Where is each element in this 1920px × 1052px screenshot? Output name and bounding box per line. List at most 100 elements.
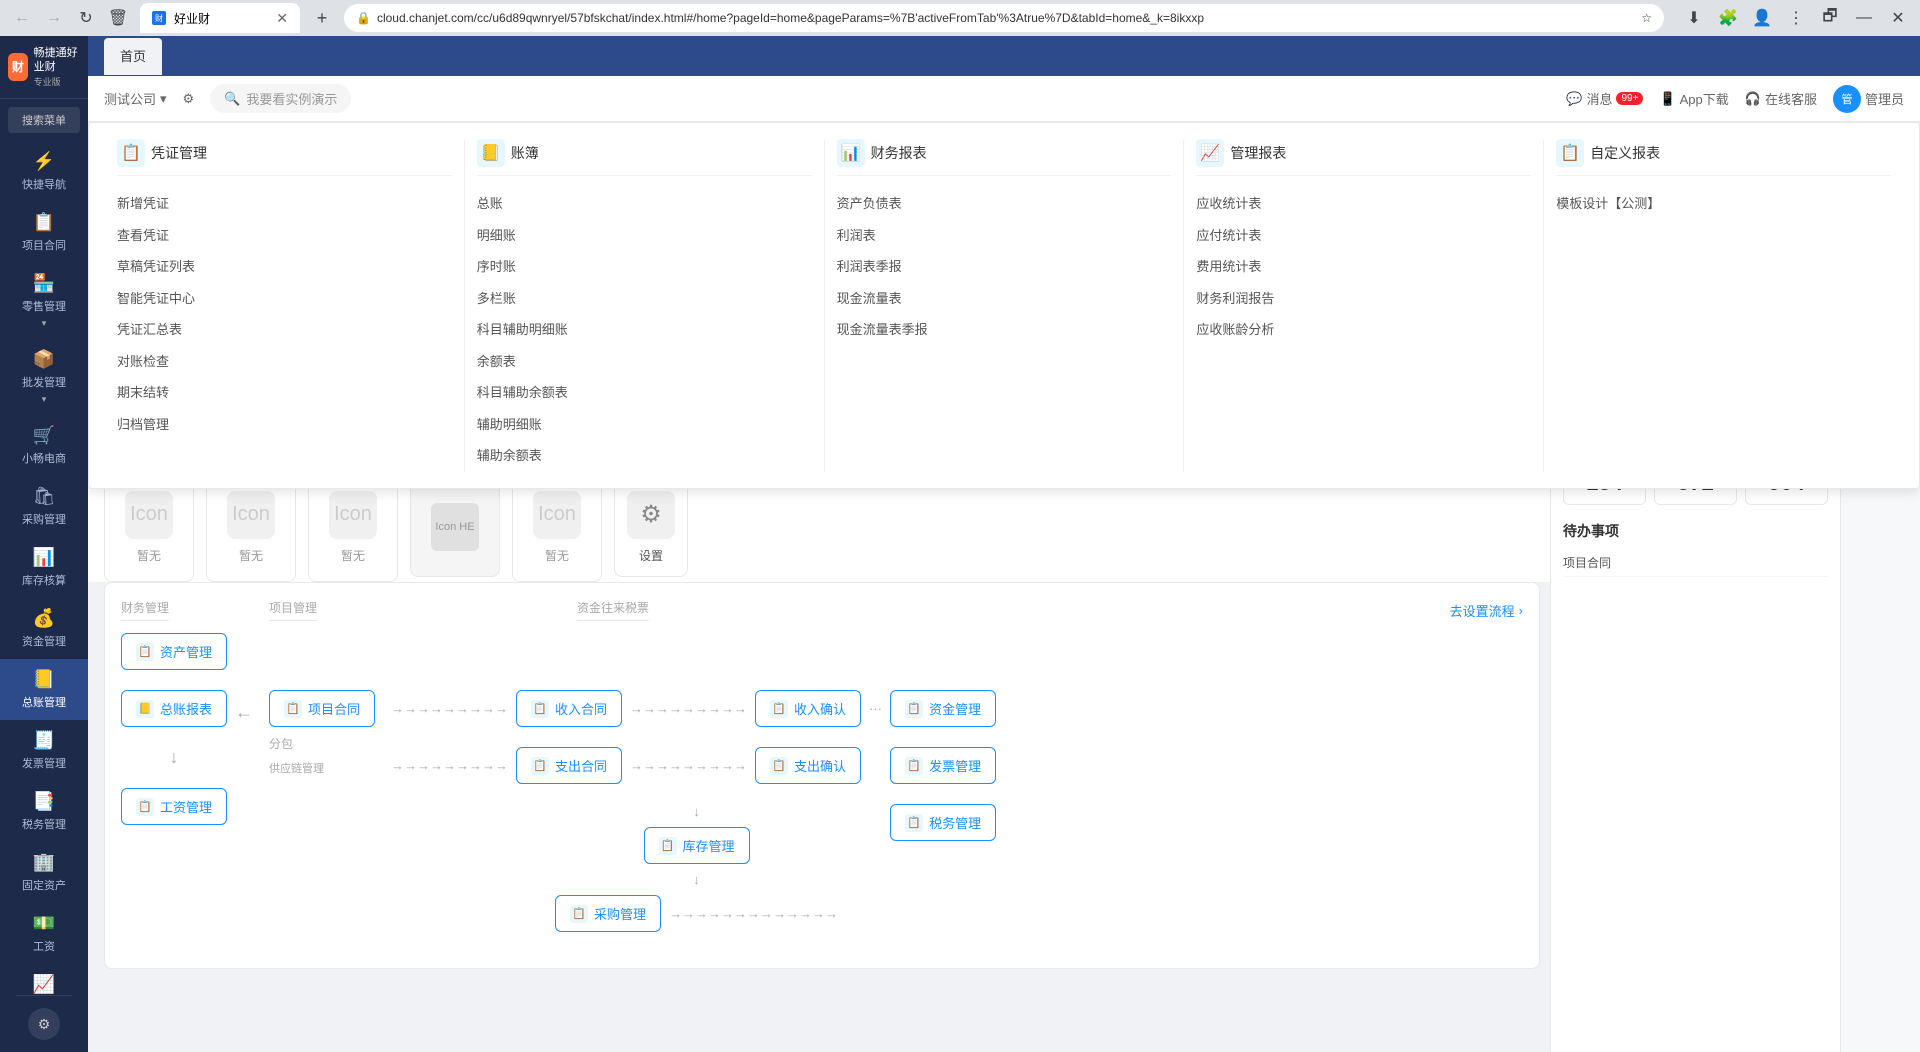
tab-home[interactable]: 首页	[104, 38, 162, 75]
arrow-right-1: →→→→→→→→→	[391, 701, 508, 716]
message-button[interactable]: 💬 消息 99+	[1566, 89, 1643, 108]
flow-node-invoice-mgmt[interactable]: 📋 发票管理	[890, 747, 996, 784]
menu-item-receivable-stat[interactable]: 应收统计表	[1196, 188, 1531, 220]
sidebar-item-quick-nav[interactable]: ⚡ 快捷导航	[0, 141, 88, 202]
extension-icon[interactable]: 🧩	[1714, 4, 1742, 32]
menu-item-detail-ledger[interactable]: 明细账	[477, 220, 812, 252]
menu-item-smart-voucher-center[interactable]: 智能凭证中心	[117, 283, 452, 315]
flow-node-payroll-mgmt[interactable]: 📋 工资管理	[121, 788, 227, 825]
sidebar-item-finance[interactable]: 💰 资金管理	[0, 598, 88, 659]
menu-item-archive[interactable]: 归档管理	[117, 409, 452, 441]
menu-item-aux-detail[interactable]: 辅助明细账	[477, 409, 812, 441]
minimize-icon[interactable]: —	[1850, 4, 1878, 32]
menu-item-voucher-summary[interactable]: 凭证汇总表	[117, 314, 452, 346]
company-selector[interactable]: 测试公司 ▾	[104, 89, 167, 108]
go-setup-link[interactable]: 去设置流程 ›	[1450, 599, 1523, 621]
menu-item-subject-aux-balance[interactable]: 科目辅助余额表	[477, 377, 812, 409]
restore-icon[interactable]: 🗗	[1816, 4, 1844, 32]
flow-node-expense-confirm[interactable]: 📋 支出确认	[755, 747, 861, 784]
menu-item-finance-profit-report[interactable]: 财务利润报告	[1196, 283, 1531, 315]
settings-button[interactable]: ⚙	[183, 91, 195, 107]
menu-item-general-ledger[interactable]: 总账	[477, 188, 812, 220]
sidebar-item-ecommerce[interactable]: 🛒 小畅电商	[0, 415, 88, 476]
menu-item-expense-stat[interactable]: 费用统计表	[1196, 251, 1531, 283]
sidebar-item-purchase[interactable]: 🛍 采购管理	[0, 476, 88, 537]
menu-item-balance-sheet[interactable]: 资产负债表	[837, 188, 1172, 220]
menu-item-cashflow[interactable]: 现金流量表	[837, 283, 1172, 315]
flow-top-bar: 财务管理 项目管理 资金往来税票 去设置流程 ›	[121, 599, 1523, 621]
icon-5-label: 暂无	[545, 547, 569, 564]
flow-node-revenue-confirm[interactable]: 📋 收入确认	[755, 690, 861, 727]
refresh-button[interactable]: ↻	[72, 4, 100, 32]
purchase-row: 📋 采购管理 →→→→→→→→→→→→→	[555, 895, 838, 932]
sidebar-item-tax[interactable]: 📑 税务管理	[0, 781, 88, 842]
sidebar-item-fixed-assets[interactable]: 🏢 固定资产	[0, 842, 88, 903]
menu-item-add-voucher[interactable]: 新增凭证	[117, 188, 452, 220]
sidebar-item-invoice[interactable]: 🧾 发票管理	[0, 720, 88, 781]
menu-item-journal[interactable]: 序时账	[477, 251, 812, 283]
close-window-icon[interactable]: ✕	[1884, 4, 1912, 32]
menu-item-profit-quarterly[interactable]: 利润表季报	[837, 251, 1172, 283]
flow-node-project-contract[interactable]: 📋 项目合同	[269, 690, 375, 727]
menu-item-reconcile[interactable]: 对账检查	[117, 346, 452, 378]
todo-item-project-contract[interactable]: 项目合同	[1563, 549, 1828, 577]
icon-card-5[interactable]: Icon 暂无	[512, 472, 602, 582]
flow-node-fund-mgmt[interactable]: 📋 资金管理	[890, 690, 996, 727]
forward-button[interactable]: →	[40, 4, 68, 32]
sidebar-item-inventory[interactable]: 📊 库存核算	[0, 537, 88, 598]
tab-close-button[interactable]: ✕	[276, 10, 288, 27]
flow-node-revenue-contract[interactable]: 📋 收入合同	[516, 690, 622, 727]
menu-item-cashflow-quarterly[interactable]: 现金流量表季报	[837, 314, 1172, 346]
flow-node-general-ledger-report[interactable]: 📒 总账报表	[121, 690, 227, 727]
sidebar-item-project-contract[interactable]: 📋 项目合同	[0, 202, 88, 263]
menu-icon[interactable]: ⋮	[1782, 4, 1810, 32]
menu-item-payable-stat[interactable]: 应付统计表	[1196, 220, 1531, 252]
flow-node-inventory-mgmt[interactable]: 📋 库存管理	[644, 827, 750, 864]
download-icon[interactable]: ⬇	[1680, 4, 1708, 32]
browser-tab[interactable]: 财 好业财 ✕	[140, 3, 300, 33]
menu-section-custom-reports: 📋 自定义报表 模板设计【公测】	[1544, 139, 1903, 472]
menu-item-period-close[interactable]: 期末结转	[117, 377, 452, 409]
icon-card-2[interactable]: Icon 暂无	[206, 472, 296, 582]
menu-item-receivable-aging[interactable]: 应收账龄分析	[1196, 314, 1531, 346]
app-download-button[interactable]: 📱 App下载	[1659, 89, 1728, 108]
flow-node-tax-mgmt[interactable]: 📋 税务管理	[890, 804, 996, 841]
new-tab-button[interactable]: +	[308, 4, 336, 32]
menu-item-balance[interactable]: 余额表	[477, 346, 812, 378]
flow-node-asset-mgmt[interactable]: 📋 资产管理	[121, 633, 227, 670]
address-bar[interactable]: 🔒 cloud.chanjet.com/cc/u6d89qwnryel/57bf…	[344, 4, 1664, 32]
bookmark-icon[interactable]: ☆	[1641, 11, 1652, 25]
flow-node-purchase-mgmt[interactable]: 📋 采购管理	[555, 895, 661, 932]
menu-item-profit-loss[interactable]: 利润表	[837, 220, 1172, 252]
menu-item-view-voucher[interactable]: 查看凭证	[117, 220, 452, 252]
icon-he-card[interactable]: Icon HE	[410, 477, 500, 577]
menu-item-multi-column[interactable]: 多栏账	[477, 283, 812, 315]
online-service-button[interactable]: 🎧 在线客服	[1745, 89, 1817, 108]
icon-card-1[interactable]: Icon 暂无	[104, 472, 194, 582]
demo-hint-button[interactable]: 🔍 我要看实例演示	[210, 84, 351, 113]
sidebar-search[interactable]: 搜索菜单	[0, 99, 88, 141]
settings-card[interactable]: ⚙ 设置	[614, 478, 688, 577]
sidebar-item-payroll[interactable]: 💵 工资	[0, 903, 88, 964]
back-button[interactable]: ←	[8, 4, 36, 32]
sidebar-item-retail[interactable]: 🏪 零售管理 ▾	[0, 263, 88, 339]
search-menu-button[interactable]: 搜索菜单	[8, 107, 80, 133]
settings-gear-icon: ⚙	[627, 491, 675, 539]
delete-button[interactable]: 🗑	[104, 4, 132, 32]
menu-item-template-design[interactable]: 模板设计【公测】	[1556, 188, 1891, 220]
sidebar-item-ops[interactable]: 📈 经营管理	[0, 964, 88, 995]
sidebar-item-wholesale[interactable]: 📦 批发管理 ▾	[0, 339, 88, 415]
below-dropdown: 6 完善期初 ● ———————— 7 学习开单查报表 ● ——————————…	[88, 422, 1920, 985]
revenue-contract-icon: 📋	[531, 700, 549, 718]
user-profile-button[interactable]: 管 管理员	[1833, 85, 1904, 113]
profile-icon[interactable]: 👤	[1748, 4, 1776, 32]
menu-item-subject-aux-detail[interactable]: 科目辅助明细账	[477, 314, 812, 346]
flow-node-expense-contract[interactable]: 📋 支出合同	[516, 747, 622, 784]
menu-section-voucher: 📋 凭证管理 新增凭证 查看凭证 草稿凭证列表 智能凭证中心 凭证汇总表 对账检…	[105, 139, 465, 472]
finance-icon: 💰	[33, 608, 55, 629]
sidebar-settings-button[interactable]: ⚙	[28, 1008, 60, 1040]
menu-item-aux-balance[interactable]: 辅助余额表	[477, 440, 812, 472]
menu-item-draft-voucher-list[interactable]: 草稿凭证列表	[117, 251, 452, 283]
icon-card-3[interactable]: Icon 暂无	[308, 472, 398, 582]
sidebar-item-general-ledger[interactable]: 📒 总账管理	[0, 659, 88, 720]
